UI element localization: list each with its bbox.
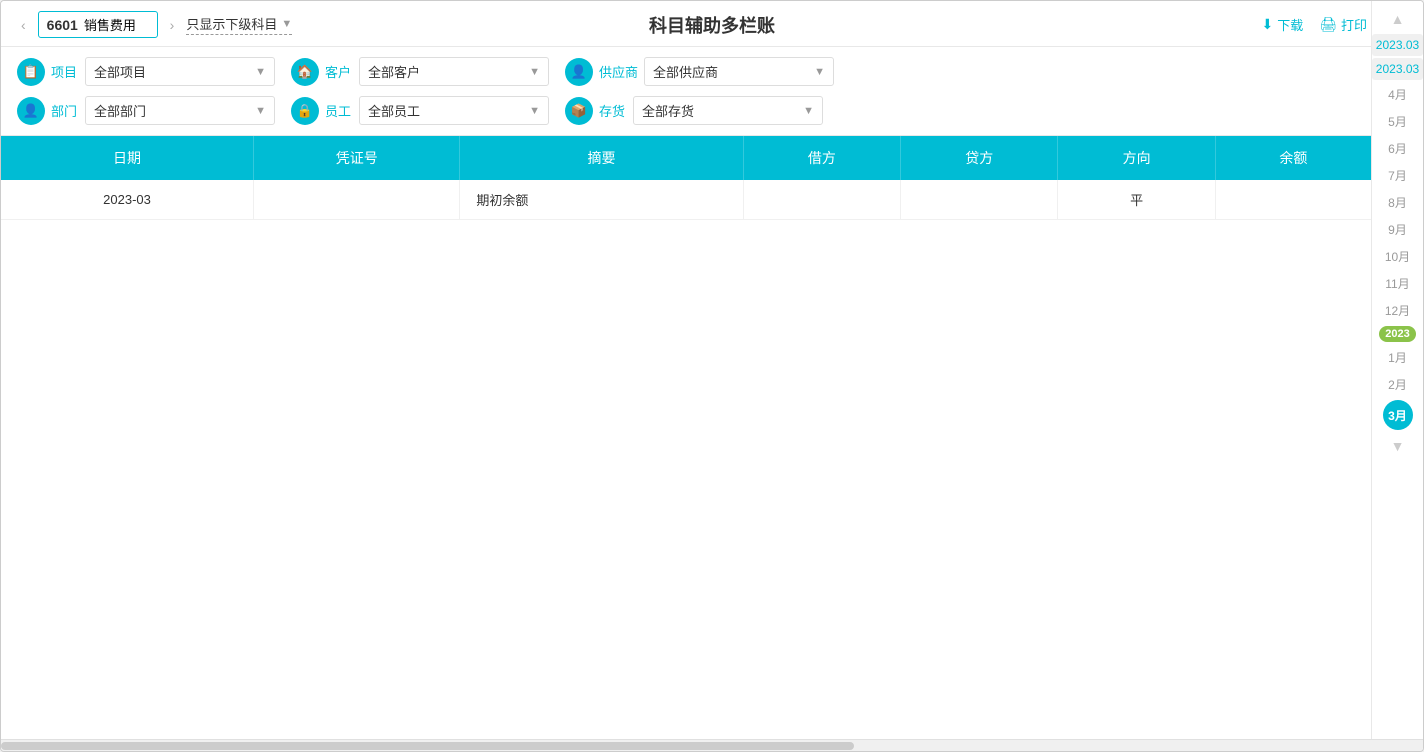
filter-inventory: 📦 存货 全部存货 ▼ <box>565 96 823 125</box>
table-container[interactable]: 日期 凭证号 摘要 借方 贷方 方向 余额 2023-03 期初余额 平 <box>1 136 1371 739</box>
col-date: 日期 <box>1 136 254 180</box>
timeline-month-3-active[interactable]: 3月 <box>1383 400 1413 430</box>
page-title: 科目辅助多栏账 <box>649 12 775 38</box>
supplier-select-arrow-icon: ▼ <box>814 66 825 78</box>
project-select[interactable]: 全部项目 ▼ <box>85 57 275 86</box>
timeline-year-badge: 2023 <box>1379 326 1415 342</box>
project-icon: 📋 <box>17 58 45 86</box>
filter-department: 👤 部门 全部部门 ▼ <box>17 96 275 125</box>
horizontal-scrollbar[interactable] <box>1 739 1423 751</box>
print-button[interactable]: 🖨 打印 <box>1319 15 1367 34</box>
filter-row-1: 📋 项目 全部项目 ▼ 🏠 客户 全部客户 ▼ 👤 供应商 <box>17 57 1407 86</box>
inventory-icon: 📦 <box>565 97 593 125</box>
inventory-value: 全部存货 <box>642 101 694 120</box>
department-value: 全部部门 <box>94 101 146 120</box>
department-label: 部门 <box>51 101 79 120</box>
customer-value: 全部客户 <box>368 62 420 81</box>
cell-credit <box>901 180 1058 220</box>
employee-select[interactable]: 全部员工 ▼ <box>359 96 549 125</box>
col-credit: 贷方 <box>901 136 1058 180</box>
account-name: 销售费用 <box>84 15 136 34</box>
department-select-arrow-icon: ▼ <box>255 105 266 117</box>
timeline-month-11[interactable]: 11月 <box>1372 270 1423 297</box>
project-value: 全部项目 <box>94 62 146 81</box>
print-icon: 🖨 <box>1319 16 1337 33</box>
timeline-month-12[interactable]: 12月 <box>1372 297 1423 324</box>
employee-select-arrow-icon: ▼ <box>529 105 540 117</box>
department-icon: 👤 <box>17 97 45 125</box>
col-voucher: 凭证号 <box>254 136 460 180</box>
table-header-row: 日期 凭证号 摘要 借方 贷方 方向 余额 <box>1 136 1371 180</box>
timeline-month-2[interactable]: 2月 <box>1372 371 1423 398</box>
employee-icon: 🔒 <box>291 97 319 125</box>
supplier-value: 全部供应商 <box>653 62 718 81</box>
project-label: 项目 <box>51 62 79 81</box>
title-left: ‹ 6601 销售费用 › 只显示下级科目 ▼ <box>17 11 292 38</box>
table-row: 2023-03 期初余额 平 <box>1 180 1371 220</box>
department-select[interactable]: 全部部门 ▼ <box>85 96 275 125</box>
show-sub-label: 只显示下级科目 <box>186 14 277 33</box>
timeline-month-8[interactable]: 8月 <box>1372 189 1423 216</box>
customer-label: 客户 <box>325 62 353 81</box>
filter-customer: 🏠 客户 全部客户 ▼ <box>291 57 549 86</box>
next-account-button[interactable]: › <box>166 15 179 35</box>
cell-voucher <box>254 180 460 220</box>
account-code-box: 6601 销售费用 <box>38 11 158 38</box>
cell-balance <box>1215 180 1371 220</box>
scrollbar-thumb <box>1 742 854 750</box>
employee-label: 员工 <box>325 101 353 120</box>
filter-employee: 🔒 员工 全部员工 ▼ <box>291 96 549 125</box>
download-label: 下载 <box>1277 15 1303 34</box>
timeline-month-1[interactable]: 1月 <box>1372 344 1423 371</box>
filter-row-2: 👤 部门 全部部门 ▼ 🔒 员工 全部员工 ▼ 📦 存货 <box>17 96 1407 125</box>
col-balance: 余额 <box>1215 136 1371 180</box>
employee-value: 全部员工 <box>368 101 420 120</box>
col-direction: 方向 <box>1058 136 1215 180</box>
print-label: 打印 <box>1341 15 1367 34</box>
account-code: 6601 <box>47 17 78 33</box>
project-select-arrow-icon: ▼ <box>255 66 266 78</box>
main-content: 日期 凭证号 摘要 借方 贷方 方向 余额 2023-03 期初余额 平 <box>1 136 1423 739</box>
timeline-month-9[interactable]: 9月 <box>1372 216 1423 243</box>
filter-supplier: 👤 供应商 全部供应商 ▼ <box>565 57 834 86</box>
show-sub-dropdown[interactable]: 只显示下级科目 ▼ <box>186 14 292 35</box>
col-debit: 借方 <box>743 136 900 180</box>
supplier-select[interactable]: 全部供应商 ▼ <box>644 57 834 86</box>
show-sub-arrow-icon: ▼ <box>281 18 292 30</box>
title-bar: ‹ 6601 销售费用 › 只显示下级科目 ▼ 科目辅助多栏账 ⬇ 下载 🖨 打… <box>1 1 1423 47</box>
customer-select-arrow-icon: ▼ <box>529 66 540 78</box>
customer-select[interactable]: 全部客户 ▼ <box>359 57 549 86</box>
prev-account-button[interactable]: ‹ <box>17 15 30 35</box>
cell-debit <box>743 180 900 220</box>
inventory-select-arrow-icon: ▼ <box>803 105 814 117</box>
timeline-down-button[interactable]: ▼ <box>1387 434 1409 458</box>
main-window: ‹ 6601 销售费用 › 只显示下级科目 ▼ 科目辅助多栏账 ⬇ 下载 🖨 打… <box>0 0 1424 752</box>
filter-area: 📋 项目 全部项目 ▼ 🏠 客户 全部客户 ▼ 👤 供应商 <box>1 47 1423 136</box>
supplier-icon: 👤 <box>565 58 593 86</box>
timeline-panel: ▲ 2023.03 2023.03 4月 5月 6月 7月 8月 9月 10月 … <box>1371 136 1423 739</box>
download-button[interactable]: ⬇ 下载 <box>1261 15 1303 34</box>
cell-summary: 期初余额 <box>460 180 743 220</box>
inventory-select[interactable]: 全部存货 ▼ <box>633 96 823 125</box>
timeline-month-7[interactable]: 7月 <box>1372 162 1423 189</box>
col-summary: 摘要 <box>460 136 743 180</box>
customer-icon: 🏠 <box>291 58 319 86</box>
supplier-label: 供应商 <box>599 62 638 81</box>
timeline-month-6[interactable]: 6月 <box>1372 136 1423 162</box>
ledger-table: 日期 凭证号 摘要 借方 贷方 方向 余额 2023-03 期初余额 平 <box>1 136 1371 220</box>
cell-date: 2023-03 <box>1 180 254 220</box>
cell-direction: 平 <box>1058 180 1215 220</box>
inventory-label: 存货 <box>599 101 627 120</box>
filter-project: 📋 项目 全部项目 ▼ <box>17 57 275 86</box>
timeline-month-10[interactable]: 10月 <box>1372 243 1423 270</box>
download-icon: ⬇ <box>1261 16 1273 33</box>
title-right: ⬇ 下载 🖨 打印 <box>1261 15 1367 34</box>
